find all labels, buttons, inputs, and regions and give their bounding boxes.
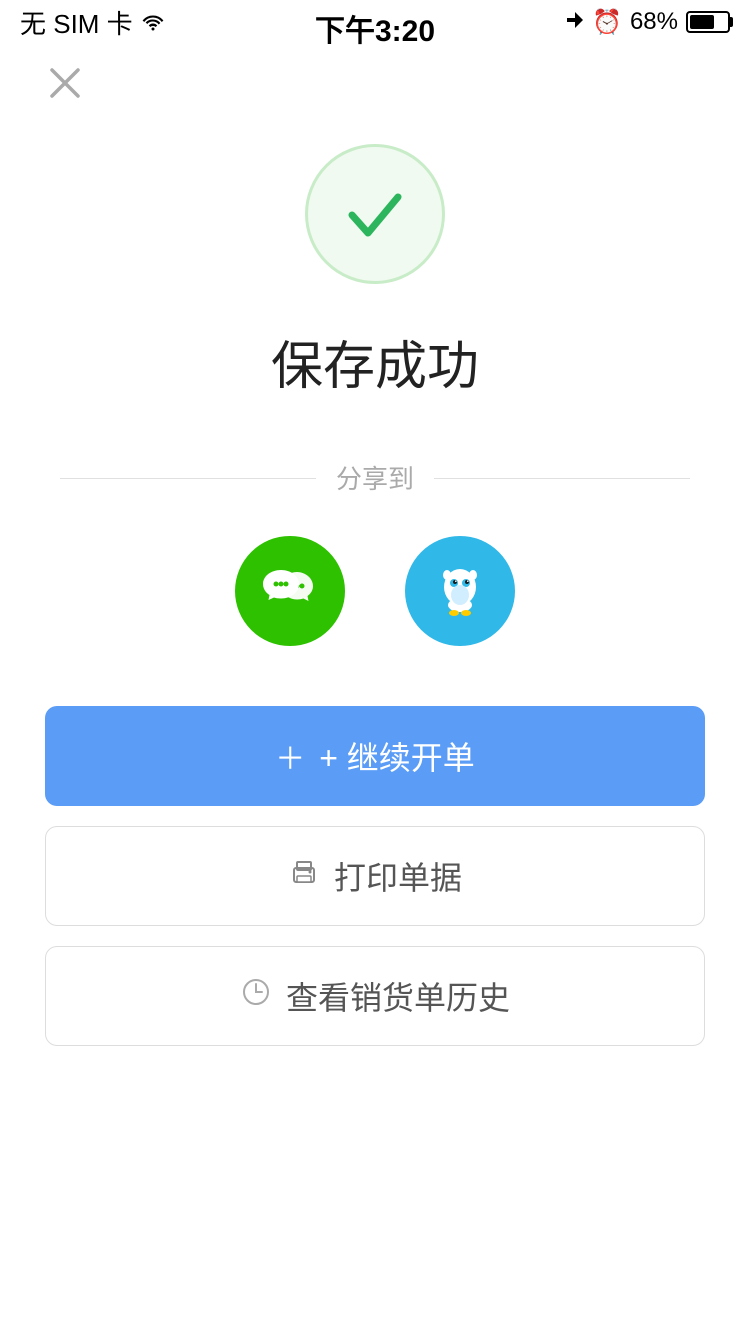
alarm-icon: ⏰ xyxy=(592,8,622,37)
battery-box xyxy=(686,11,730,33)
share-label: 分享到 xyxy=(316,459,434,496)
battery-fill xyxy=(690,15,714,29)
actions: ＋ + 继续开单 打印单据 查看销货单历史 xyxy=(45,706,705,1046)
history-icon xyxy=(240,976,272,1016)
close-icon xyxy=(48,66,82,100)
print-button[interactable]: 打印单据 xyxy=(45,826,705,926)
history-label: 查看销货单历史 xyxy=(286,973,510,1019)
share-buttons xyxy=(235,536,515,646)
wechat-share-button[interactable] xyxy=(235,536,345,646)
print-icon xyxy=(288,856,320,896)
print-label: 打印单据 xyxy=(334,853,462,899)
qq-share-button[interactable] xyxy=(405,536,515,646)
continue-order-button[interactable]: ＋ + 继续开单 xyxy=(45,706,705,806)
battery-indicator xyxy=(686,11,730,33)
status-left: 无 SIM 卡 xyxy=(20,4,165,41)
continue-order-label: + 继续开单 xyxy=(319,733,475,779)
status-time: 下午3:20 xyxy=(315,6,435,50)
success-title: 保存成功 xyxy=(271,324,479,399)
share-section: 分享到 xyxy=(0,459,750,706)
main-content: 保存成功 分享到 xyxy=(0,44,750,1046)
wifi-icon xyxy=(141,7,165,38)
status-bar: 无 SIM 卡 下午3:20 ⏰ 68% xyxy=(0,0,750,44)
close-button[interactable] xyxy=(40,58,90,108)
wechat-icon xyxy=(259,564,321,618)
plus-icon: ＋ xyxy=(275,734,305,778)
share-divider: 分享到 xyxy=(0,459,750,496)
success-icon-circle xyxy=(305,144,445,284)
sim-text: 无 SIM 卡 xyxy=(20,4,133,41)
checkmark-icon xyxy=(340,179,410,249)
qq-icon xyxy=(430,561,490,621)
location-icon xyxy=(566,8,584,36)
battery-percent: 68% xyxy=(630,8,678,36)
history-button[interactable]: 查看销货单历史 xyxy=(45,946,705,1046)
status-right: ⏰ 68% xyxy=(566,8,730,37)
